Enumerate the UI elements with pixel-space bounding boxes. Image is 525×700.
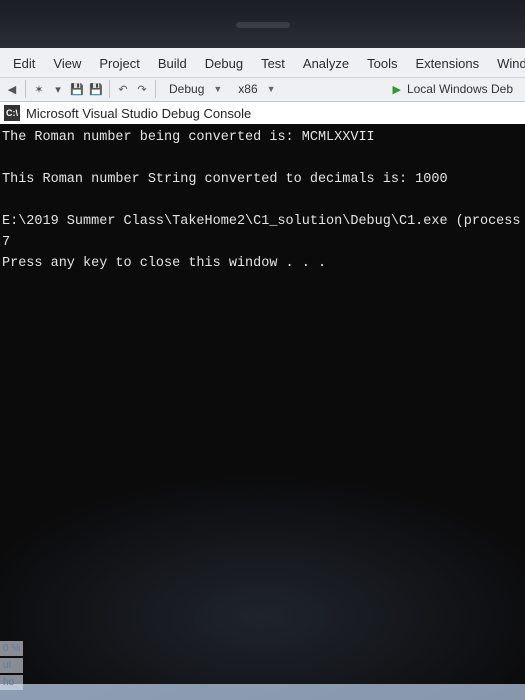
menu-bar: Edit View Project Build Debug Test Analy… xyxy=(0,48,525,77)
menu-items: Edit View Project Build Debug Test Analy… xyxy=(4,54,521,73)
chevron-down-icon: ▼ xyxy=(210,84,225,94)
toolbar: ◀ ✶ ▾ 💾 💾 ↶ ↷ Debug ▼ x86 ▼ ▶ Local Wind… xyxy=(0,77,525,101)
console-line xyxy=(2,149,523,170)
configuration-label: Debug xyxy=(163,81,210,97)
separator xyxy=(25,80,26,98)
console-line: E:\2019 Summer Class\TakeHome2\C1_soluti… xyxy=(2,212,523,254)
debug-target-label: Local Windows Deb xyxy=(401,81,519,97)
debug-target-button[interactable]: ▶ Local Windows Deb xyxy=(384,81,521,97)
menu-test[interactable]: Test xyxy=(252,54,294,73)
configuration-dropdown[interactable]: Debug ▼ xyxy=(161,81,227,97)
console-title: Microsoft Visual Studio Debug Console xyxy=(26,106,251,121)
console-icon: C:\ xyxy=(4,105,20,121)
console-line: Press any key to close this window . . . xyxy=(2,254,523,275)
save-all-icon[interactable]: 💾 xyxy=(88,81,104,97)
platform-label: x86 xyxy=(232,81,263,97)
menu-tools[interactable]: Tools xyxy=(358,54,406,73)
menu-view[interactable]: View xyxy=(44,54,90,73)
console-line xyxy=(2,191,523,212)
open-icon[interactable]: ▾ xyxy=(50,81,66,97)
side-tab[interactable]: 0 % xyxy=(0,641,23,656)
save-icon[interactable]: 💾 xyxy=(69,81,85,97)
side-tab-strip: 0 % ut ho xyxy=(0,641,23,692)
side-tab[interactable]: ut xyxy=(0,658,23,673)
chevron-down-icon: ▼ xyxy=(264,84,279,94)
menu-build[interactable]: Build xyxy=(149,54,196,73)
speaker-grille xyxy=(236,22,290,28)
console-line: This Roman number String converted to de… xyxy=(2,170,523,191)
monitor-bezel xyxy=(0,0,525,48)
console-title-bar: C:\ Microsoft Visual Studio Debug Consol… xyxy=(0,101,525,124)
console-output[interactable]: The Roman number being converted is: MCM… xyxy=(0,124,525,684)
new-icon[interactable]: ✶ xyxy=(31,81,47,97)
menu-debug[interactable]: Debug xyxy=(196,54,252,73)
separator xyxy=(109,80,110,98)
menu-window[interactable]: Windo xyxy=(488,54,525,73)
menu-analyze[interactable]: Analyze xyxy=(294,54,358,73)
undo-icon[interactable]: ↶ xyxy=(115,81,131,97)
redo-icon[interactable]: ↷ xyxy=(134,81,150,97)
platform-dropdown[interactable]: x86 ▼ xyxy=(230,81,280,97)
nav-back-icon[interactable]: ◀ xyxy=(4,81,20,97)
menu-extensions[interactable]: Extensions xyxy=(407,54,489,73)
console-line: The Roman number being converted is: MCM… xyxy=(2,128,523,149)
play-icon: ▶ xyxy=(392,83,400,96)
menu-project[interactable]: Project xyxy=(90,54,148,73)
separator xyxy=(155,80,156,98)
side-tab[interactable]: ho xyxy=(0,675,23,690)
menu-edit[interactable]: Edit xyxy=(4,54,44,73)
